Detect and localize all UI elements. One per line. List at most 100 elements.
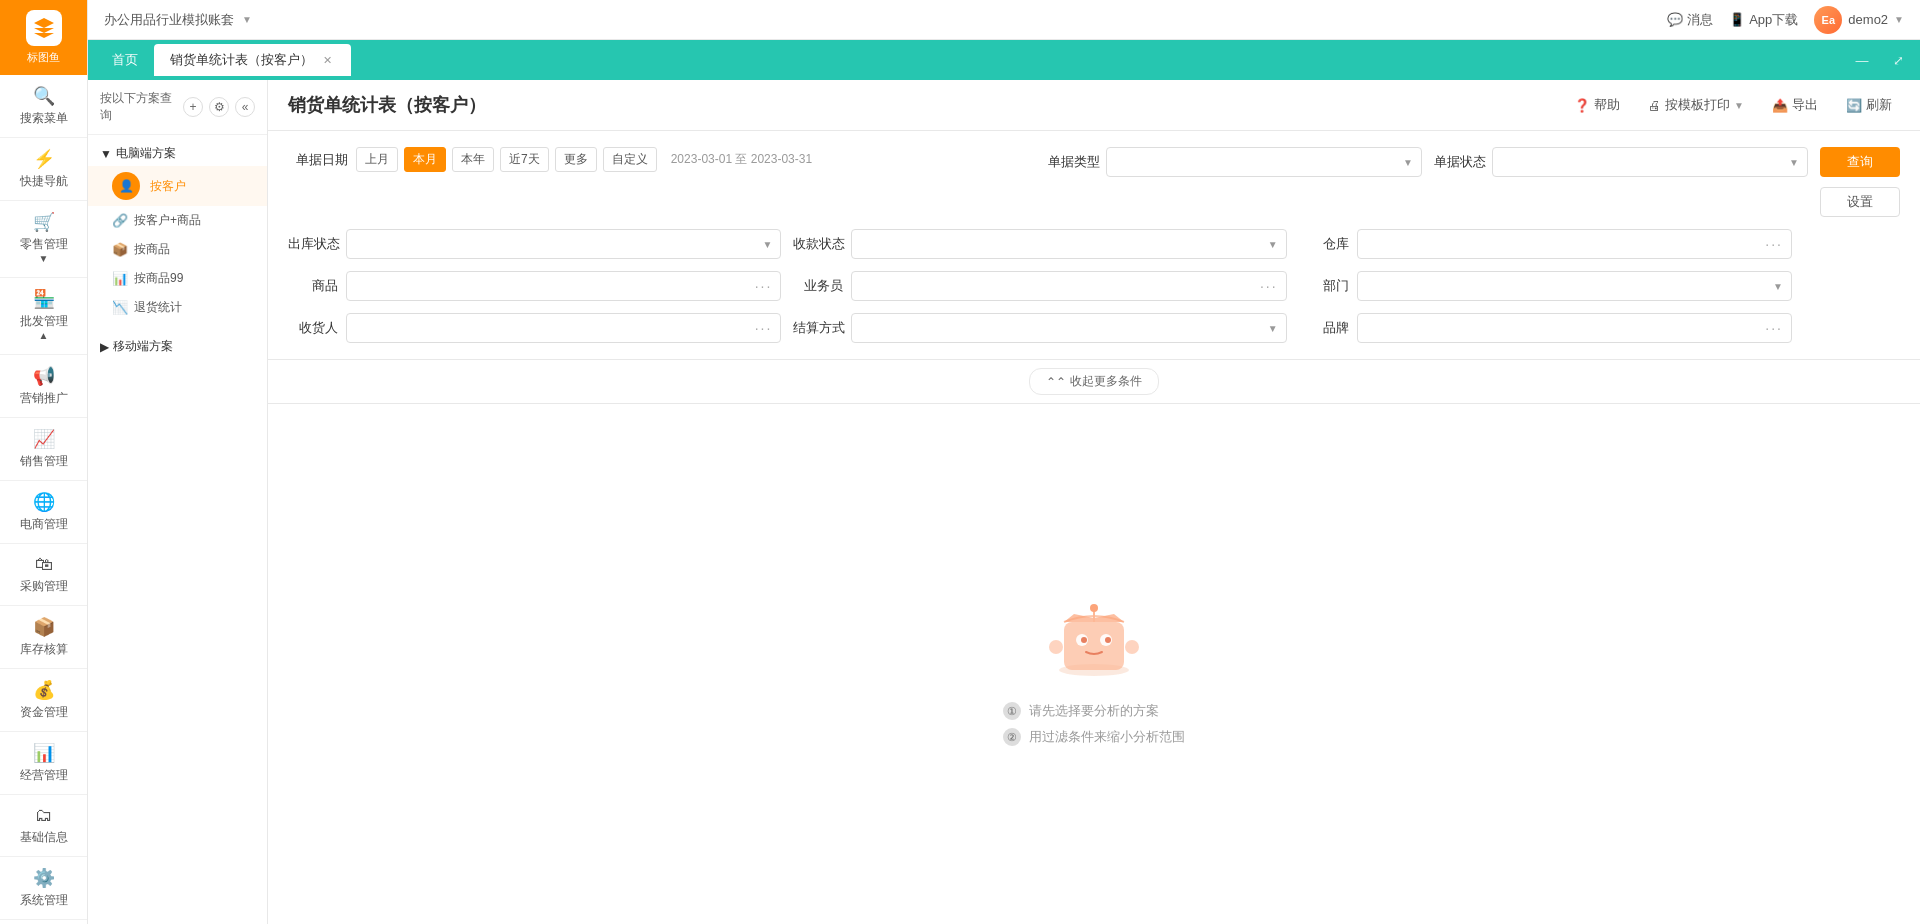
export-label: 导出 (1792, 96, 1818, 114)
header-actions: 💬 消息 📱 App下载 Ea demo2 ▼ (1667, 6, 1904, 34)
retail-icon: 🛒 (33, 211, 55, 233)
collapse-btn[interactable]: ⌃⌃ 收起更多条件 (1029, 368, 1159, 395)
top-header: 办公用品行业模拟账套 ▼ 💬 消息 📱 App下载 Ea demo2 ▼ (88, 0, 1920, 40)
order-status-select[interactable]: ▼ (1492, 147, 1808, 177)
desktop-group-header[interactable]: ▼ 电脑端方案 (88, 141, 267, 166)
print-label: 按模板打印 (1665, 96, 1730, 114)
sidebar-item-basic[interactable]: 🗂 基础信息 (0, 795, 87, 857)
sidebar-system-label: 系统管理 (20, 892, 68, 909)
print-icon: 🖨 (1648, 98, 1661, 113)
sidebar-item-sales[interactable]: 📈 销售管理 (0, 418, 87, 481)
settlement-select[interactable]: ▼ (851, 313, 1286, 343)
date-btn-this-year[interactable]: 本年 (452, 147, 494, 172)
sidebar-item-inventory[interactable]: 📦 库存核算 (0, 606, 87, 669)
date-btn-7days[interactable]: 近7天 (500, 147, 549, 172)
sidebar-item-enterprise[interactable]: 🤝 企业协同 (0, 920, 87, 924)
sidebar-item-wholesale[interactable]: 🏪 批发管理 ▲ (0, 278, 87, 355)
settings-scheme-btn[interactable]: ⚙ (209, 97, 229, 117)
order-status-arrow: ▼ (1789, 157, 1799, 168)
goods-label: 商品 (288, 277, 338, 295)
app-download-label: App下载 (1749, 11, 1798, 29)
help-btn[interactable]: ❓ 帮助 (1566, 92, 1628, 118)
scheme-by-customer-label: 按客户 (150, 178, 186, 195)
refresh-btn[interactable]: 🔄 刷新 (1838, 92, 1900, 118)
tip-2-num: ② (1003, 728, 1021, 746)
app-icon: 📱 (1729, 12, 1745, 27)
shortcut-icon: ⚡ (33, 148, 55, 170)
date-range-text: 2023-03-01 至 2023-03-31 (671, 151, 812, 168)
scheme-by-customer-goods[interactable]: 🔗 按客户+商品 (88, 206, 267, 235)
tab-minimize-btn[interactable]: — (1848, 46, 1876, 74)
mobile-group-label: 移动端方案 (113, 338, 173, 355)
sidebar-purchase-label: 采购管理 (20, 578, 68, 595)
tab-close-btn[interactable]: ✕ (319, 52, 335, 68)
recipient-select[interactable]: ··· (346, 313, 781, 343)
payment-arrow: ▼ (1268, 239, 1278, 250)
username: demo2 (1848, 12, 1888, 27)
message-btn[interactable]: 💬 消息 (1667, 11, 1713, 29)
tab-sales-by-customer[interactable]: 销货单统计表（按客户） ✕ (154, 44, 351, 76)
app-download-btn[interactable]: 📱 App下载 (1729, 11, 1798, 29)
brand-select[interactable]: ··· (1357, 313, 1792, 343)
mobile-group-header[interactable]: ▶ 移动端方案 (88, 334, 267, 359)
print-btn[interactable]: 🖨 按模板打印 ▼ (1640, 92, 1752, 118)
goods-select[interactable]: ··· (346, 271, 781, 301)
collapse-scheme-btn[interactable]: « (235, 97, 255, 117)
add-scheme-btn[interactable]: + (183, 97, 203, 117)
sidebar-item-shortcut[interactable]: ⚡ 快捷导航 (0, 138, 87, 201)
sidebar-item-purchase[interactable]: 🛍 采购管理 (0, 544, 87, 606)
order-type-select[interactable]: ▼ (1106, 147, 1422, 177)
tab-expand-btn[interactable]: ⤢ (1884, 46, 1912, 74)
date-btn-this-month[interactable]: 本月 (404, 147, 446, 172)
empty-tip-1: ① 请先选择要分析的方案 (1003, 702, 1185, 720)
svg-point-9 (1125, 640, 1139, 654)
scheme-panel-actions: + ⚙ « (183, 97, 255, 117)
sidebar-item-ecommerce[interactable]: 🌐 电商管理 (0, 481, 87, 544)
sidebar-item-operations[interactable]: 📊 经营管理 (0, 732, 87, 795)
empty-state: ① 请先选择要分析的方案 ② 用过滤条件来缩小分析范围 (268, 404, 1920, 924)
delivery-status-select[interactable]: ▼ (346, 229, 781, 259)
delivery-status-label: 出库状态 (288, 235, 338, 253)
delivery-arrow: ▼ (762, 239, 772, 250)
sidebar-item-system[interactable]: ⚙️ 系统管理 (0, 857, 87, 920)
sidebar-item-retail[interactable]: 🛒 零售管理 ▼ (0, 201, 87, 278)
settings-btn[interactable]: 设置 (1820, 187, 1900, 217)
avatar: Ea (1814, 6, 1842, 34)
date-btn-custom[interactable]: 自定义 (603, 147, 657, 172)
sidebar-item-finance[interactable]: 💰 资金管理 (0, 669, 87, 732)
settlement-label: 结算方式 (793, 319, 843, 337)
app-logo: 标图鱼 (0, 0, 88, 75)
query-btn[interactable]: 查询 (1820, 147, 1900, 177)
scheme-return-stats[interactable]: 📉 退货统计 (88, 293, 267, 322)
query-btn-group: 查询 设置 (1820, 147, 1900, 217)
sidebar-item-marketing[interactable]: 📢 营销推广 (0, 355, 87, 418)
expand-mobile-icon: ▶ (100, 340, 109, 354)
scheme-by-goods-99[interactable]: 📊 按商品99 (88, 264, 267, 293)
scheme-by-goods[interactable]: 📦 按商品 (88, 235, 267, 264)
warehouse-select[interactable]: ··· (1357, 229, 1792, 259)
finance-icon: 💰 (33, 679, 55, 701)
empty-illustration (1034, 582, 1154, 682)
recipient-label: 收货人 (288, 319, 338, 337)
warehouse-dots: ··· (1765, 236, 1783, 252)
breadcrumb-text: 办公用品行业模拟账套 (104, 11, 234, 29)
sidebar-finance-label: 资金管理 (20, 704, 68, 721)
scheme-panel-title: 按以下方案查询 (100, 90, 183, 124)
sales-tab-label: 销货单统计表（按客户） (170, 51, 313, 69)
department-select[interactable]: ▼ (1357, 271, 1792, 301)
date-btn-more[interactable]: 更多 (555, 147, 597, 172)
sidebar-item-search[interactable]: 🔍 搜索菜单 (0, 75, 87, 138)
breadcrumb-dropdown-icon[interactable]: ▼ (242, 14, 252, 25)
scheme-panel-header: 按以下方案查询 + ⚙ « (88, 80, 267, 135)
tab-bar: 首页 销货单统计表（按客户） ✕ — ⤢ (88, 40, 1920, 80)
page-header: 销货单统计表（按客户） ❓ 帮助 🖨 按模板打印 ▼ 📤 (268, 80, 1920, 131)
scheme-by-customer[interactable]: 👤 按客户 (88, 166, 267, 206)
collapse-up-icon: ⌃⌃ (1046, 375, 1066, 389)
export-btn[interactable]: 📤 导出 (1764, 92, 1826, 118)
tab-home[interactable]: 首页 (96, 44, 154, 76)
salesperson-select[interactable]: ··· (851, 271, 1286, 301)
user-area[interactable]: Ea demo2 ▼ (1814, 6, 1904, 34)
payment-status-select[interactable]: ▼ (851, 229, 1286, 259)
tip-1-num: ① (1003, 702, 1021, 720)
date-btn-last-month[interactable]: 上月 (356, 147, 398, 172)
